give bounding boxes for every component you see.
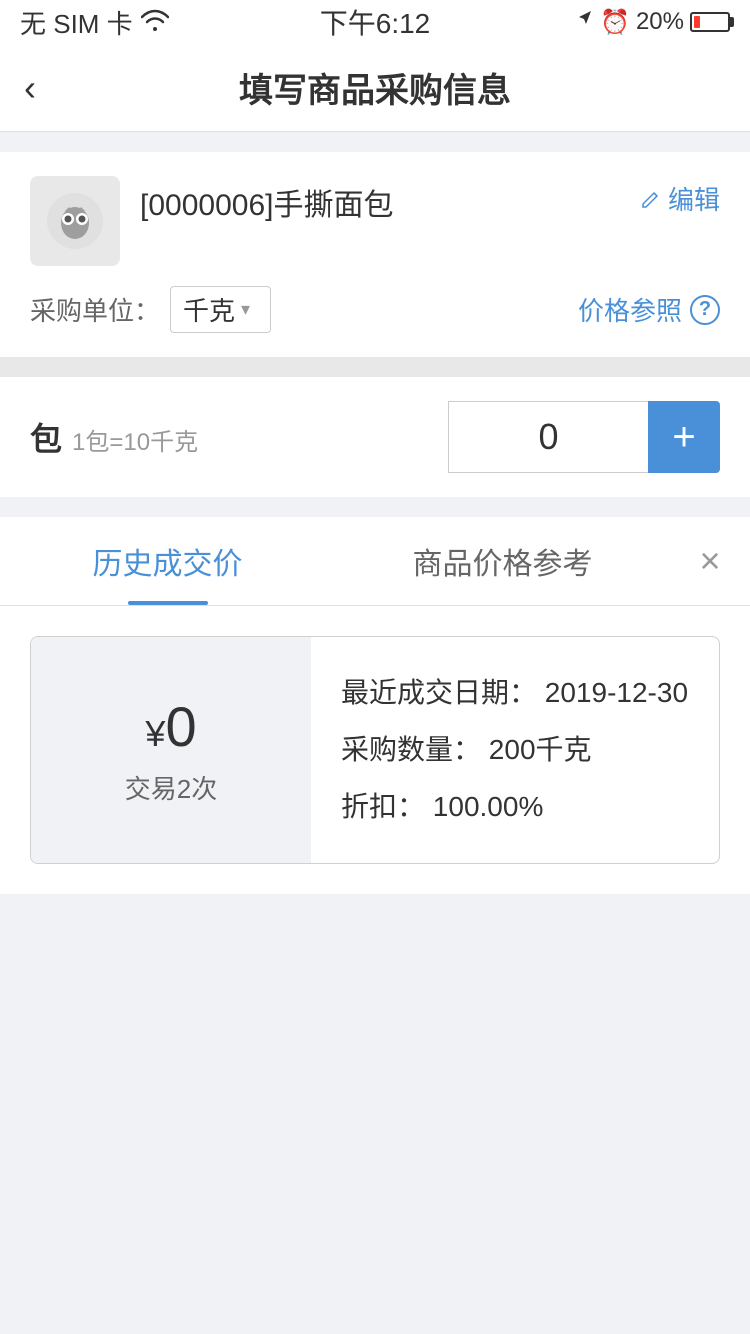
tab-product-price-reference[interactable]: 商品价格参考 bbox=[335, 517, 670, 605]
quantity-plus-button[interactable]: + bbox=[648, 401, 720, 473]
recent-date-row: 最近成交日期： 2019-12-30 bbox=[341, 673, 689, 712]
currency-symbol: ¥ bbox=[145, 713, 165, 754]
quantity-row: 包 1包=10千克 + bbox=[0, 377, 750, 497]
recent-date-value: 2019-12-30 bbox=[545, 677, 688, 708]
quantity-label: 包 1包=10千克 bbox=[30, 414, 198, 460]
unit-row: 采购单位： 千克 ▾ bbox=[30, 286, 271, 333]
tab-section: 历史成交价 商品价格参考 × ¥0 交易2次 最近成交日期： 2019-12-3… bbox=[0, 517, 750, 894]
card-content: ¥0 交易2次 最近成交日期： 2019-12-30 采购数量： 200千克 折… bbox=[0, 606, 750, 894]
tab-header: 历史成交价 商品价格参考 × bbox=[0, 517, 750, 606]
history-price: ¥0 bbox=[145, 694, 196, 759]
unit-value: 千克 bbox=[183, 291, 235, 328]
quantity-unit-big: 包 bbox=[30, 414, 62, 460]
status-right: ⏰ 20% bbox=[576, 8, 730, 37]
discount-row: 折扣： 100.00% bbox=[341, 787, 689, 826]
edit-label: 编辑 bbox=[668, 180, 720, 217]
price-value: 0 bbox=[165, 695, 196, 758]
price-reference-button[interactable]: 价格参照 ? bbox=[578, 291, 720, 328]
section-divider bbox=[0, 357, 750, 377]
alarm-icon: ⏰ bbox=[600, 8, 630, 37]
quantity-input[interactable] bbox=[448, 401, 648, 473]
location-icon bbox=[576, 8, 594, 37]
product-top: [0000006]手撕面包 编辑 bbox=[30, 176, 720, 266]
product-left: [0000006]手撕面包 bbox=[30, 176, 393, 266]
quantity-input-group: + bbox=[448, 401, 720, 473]
price-ref-label: 价格参照 bbox=[578, 291, 682, 328]
history-card: ¥0 交易2次 最近成交日期： 2019-12-30 采购数量： 200千克 折… bbox=[30, 636, 720, 864]
history-card-left: ¥0 交易2次 bbox=[31, 637, 311, 863]
discount-value: 100.00% bbox=[433, 791, 544, 822]
wifi-icon bbox=[141, 7, 169, 38]
tab-history-price[interactable]: 历史成交价 bbox=[0, 517, 335, 605]
product-name: [0000006]手撕面包 bbox=[140, 176, 393, 224]
recent-date-label: 最近成交日期： bbox=[341, 677, 537, 708]
unit-prefix: 采购单位： bbox=[30, 291, 160, 328]
history-card-right: 最近成交日期： 2019-12-30 采购数量： 200千克 折扣： 100.0… bbox=[311, 637, 719, 863]
nav-bar: ‹ 填写商品采购信息 bbox=[0, 44, 750, 132]
product-thumbnail bbox=[30, 176, 120, 266]
purchase-qty-value: 200千克 bbox=[489, 734, 592, 765]
history-trades-count: 交易2次 bbox=[125, 769, 217, 806]
battery-icon bbox=[690, 12, 730, 32]
product-info: [0000006]手撕面包 bbox=[140, 176, 393, 224]
quantity-unit-desc: 1包=10千克 bbox=[72, 422, 198, 457]
page-title: 填写商品采购信息 bbox=[239, 63, 511, 112]
dropdown-arrow-icon: ▾ bbox=[241, 299, 250, 320]
tab-close-button[interactable]: × bbox=[670, 517, 750, 605]
help-circle-icon: ? bbox=[690, 295, 720, 325]
unit-select[interactable]: 千克 ▾ bbox=[170, 286, 271, 333]
edit-button[interactable]: 编辑 bbox=[640, 176, 720, 217]
back-button[interactable]: ‹ bbox=[24, 67, 36, 109]
purchase-qty-row: 采购数量： 200千克 bbox=[341, 730, 689, 769]
purchase-qty-label: 采购数量： bbox=[341, 734, 481, 765]
status-left: 无 SIM 卡 bbox=[20, 4, 169, 41]
product-bottom: 采购单位： 千克 ▾ 价格参照 ? bbox=[30, 286, 720, 333]
battery-percentage: 20% bbox=[636, 8, 684, 36]
status-bar: 无 SIM 卡 下午6:12 ⏰ 20% bbox=[0, 0, 750, 44]
discount-label: 折扣： bbox=[341, 791, 425, 822]
status-time: 下午6:12 bbox=[320, 2, 431, 42]
carrier-text: 无 SIM 卡 bbox=[20, 4, 133, 41]
product-card: [0000006]手撕面包 编辑 采购单位： 千克 ▾ 价格参照 ? bbox=[0, 152, 750, 357]
